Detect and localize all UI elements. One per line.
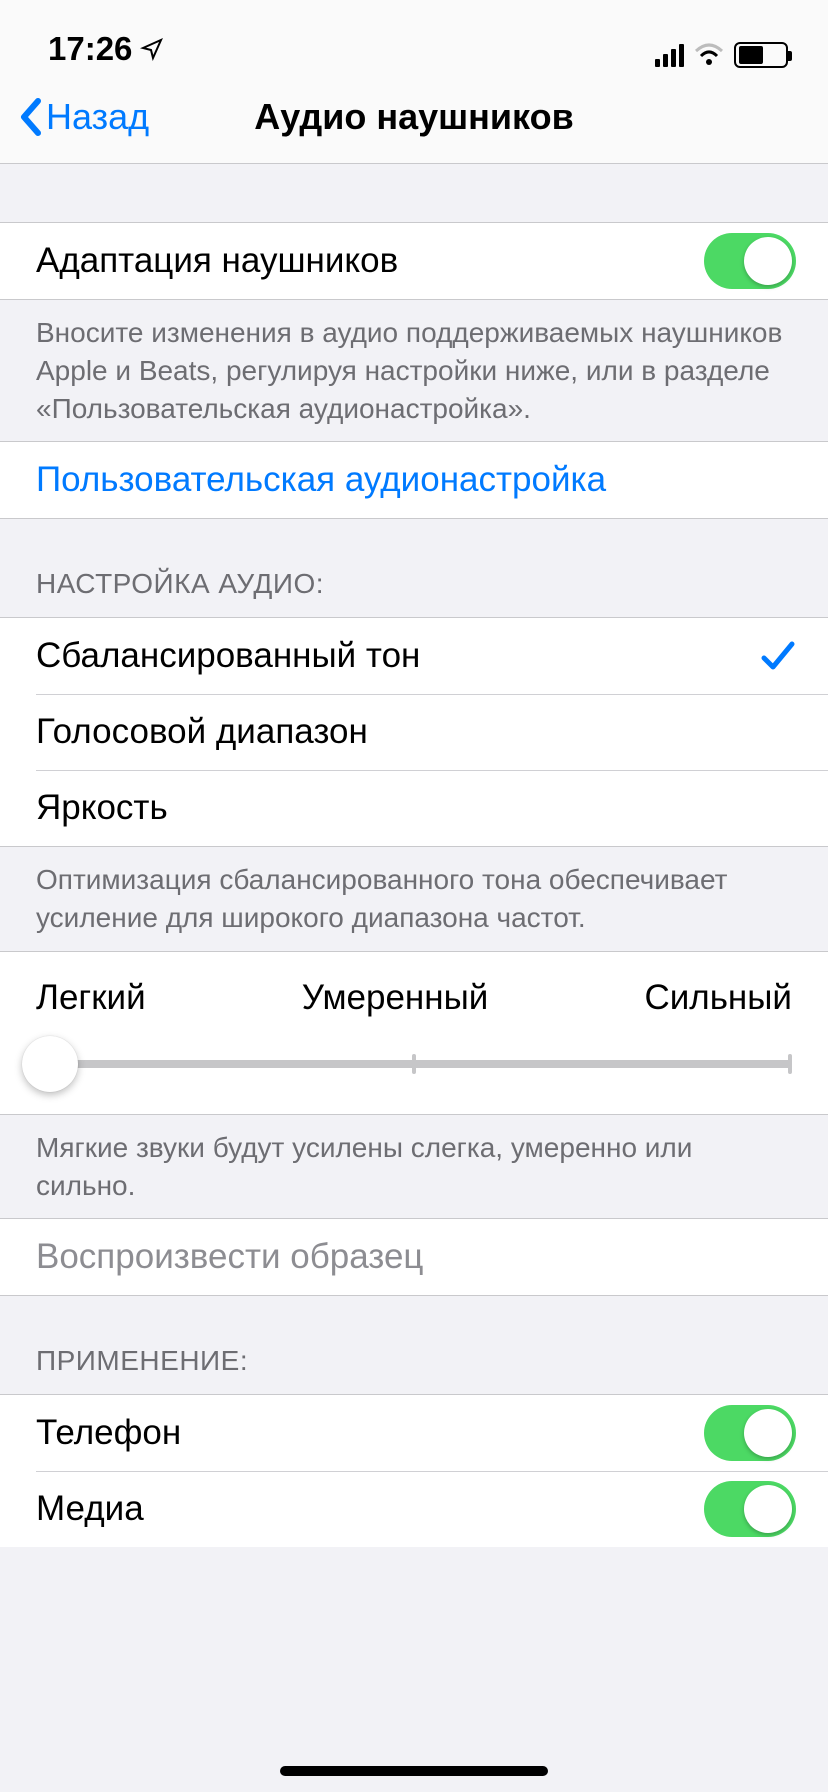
tune-option-label: Голосовой диапазон (36, 712, 368, 752)
back-label: Назад (46, 96, 149, 138)
status-time-group: 17:26 (48, 30, 164, 68)
slider-label-mid: Умеренный (302, 978, 488, 1018)
chevron-left-icon (18, 97, 44, 137)
apply-header: ПРИМЕНЕНИЕ: (0, 1296, 828, 1394)
battery-icon (734, 42, 788, 68)
slider-label-high: Сильный (644, 978, 792, 1018)
slider-labels: Легкий Умеренный Сильный (36, 978, 792, 1018)
apply-media-cell: Медиа (0, 1471, 828, 1547)
tune-option-vocal[interactable]: Голосовой диапазон (0, 694, 828, 770)
status-icons (655, 42, 788, 68)
play-sample-label: Воспроизвести образец (36, 1237, 423, 1277)
slider-footer: Мягкие звуки будут усилены слегка, умере… (0, 1115, 828, 1219)
apply-phone-toggle[interactable] (704, 1405, 796, 1461)
cellular-icon (655, 44, 684, 67)
slider-label-low: Легкий (36, 978, 146, 1018)
tune-option-label: Сбалансированный тон (36, 636, 420, 676)
amplification-slider[interactable] (36, 1044, 792, 1084)
tune-group: Сбалансированный тон Голосовой диапазон … (0, 617, 828, 847)
home-indicator (280, 1766, 548, 1776)
amplification-slider-cell: Легкий Умеренный Сильный (0, 951, 828, 1115)
checkmark-icon (760, 638, 796, 674)
tune-footer: Оптимизация сбалансированного тона обесп… (0, 847, 828, 951)
tune-option-label: Яркость (36, 788, 168, 828)
apply-phone-cell: Телефон (0, 1395, 828, 1471)
adaptation-toggle[interactable] (704, 233, 796, 289)
custom-audio-setup-link[interactable]: Пользовательская аудионастройка (0, 442, 828, 518)
adaptation-footer: Вносите изменения в аудио поддерживаемых… (0, 300, 828, 441)
apply-media-toggle[interactable] (704, 1481, 796, 1537)
status-bar: 17:26 (0, 0, 828, 70)
tune-option-balanced[interactable]: Сбалансированный тон (0, 618, 828, 694)
nav-bar: Назад Аудио наушников (0, 70, 828, 164)
wifi-icon (694, 43, 724, 67)
tune-option-brightness[interactable]: Яркость (0, 770, 828, 846)
back-button[interactable]: Назад (0, 96, 149, 138)
apply-group: Телефон Медиа (0, 1394, 828, 1547)
adaptation-group: Адаптация наушников (0, 222, 828, 300)
custom-audio-setup-label: Пользовательская аудионастройка (36, 460, 606, 500)
custom-setup-group: Пользовательская аудионастройка (0, 441, 828, 519)
adaptation-cell: Адаптация наушников (0, 223, 828, 299)
tune-header: НАСТРОЙКА АУДИО: (0, 519, 828, 617)
status-time: 17:26 (48, 30, 132, 68)
apply-phone-label: Телефон (36, 1413, 181, 1453)
adaptation-label: Адаптация наушников (36, 241, 398, 281)
apply-media-label: Медиа (36, 1489, 144, 1529)
play-sample-button[interactable]: Воспроизвести образец (0, 1219, 828, 1295)
play-sample-group: Воспроизвести образец (0, 1218, 828, 1296)
slider-thumb[interactable] (22, 1036, 78, 1092)
location-icon (140, 37, 164, 61)
